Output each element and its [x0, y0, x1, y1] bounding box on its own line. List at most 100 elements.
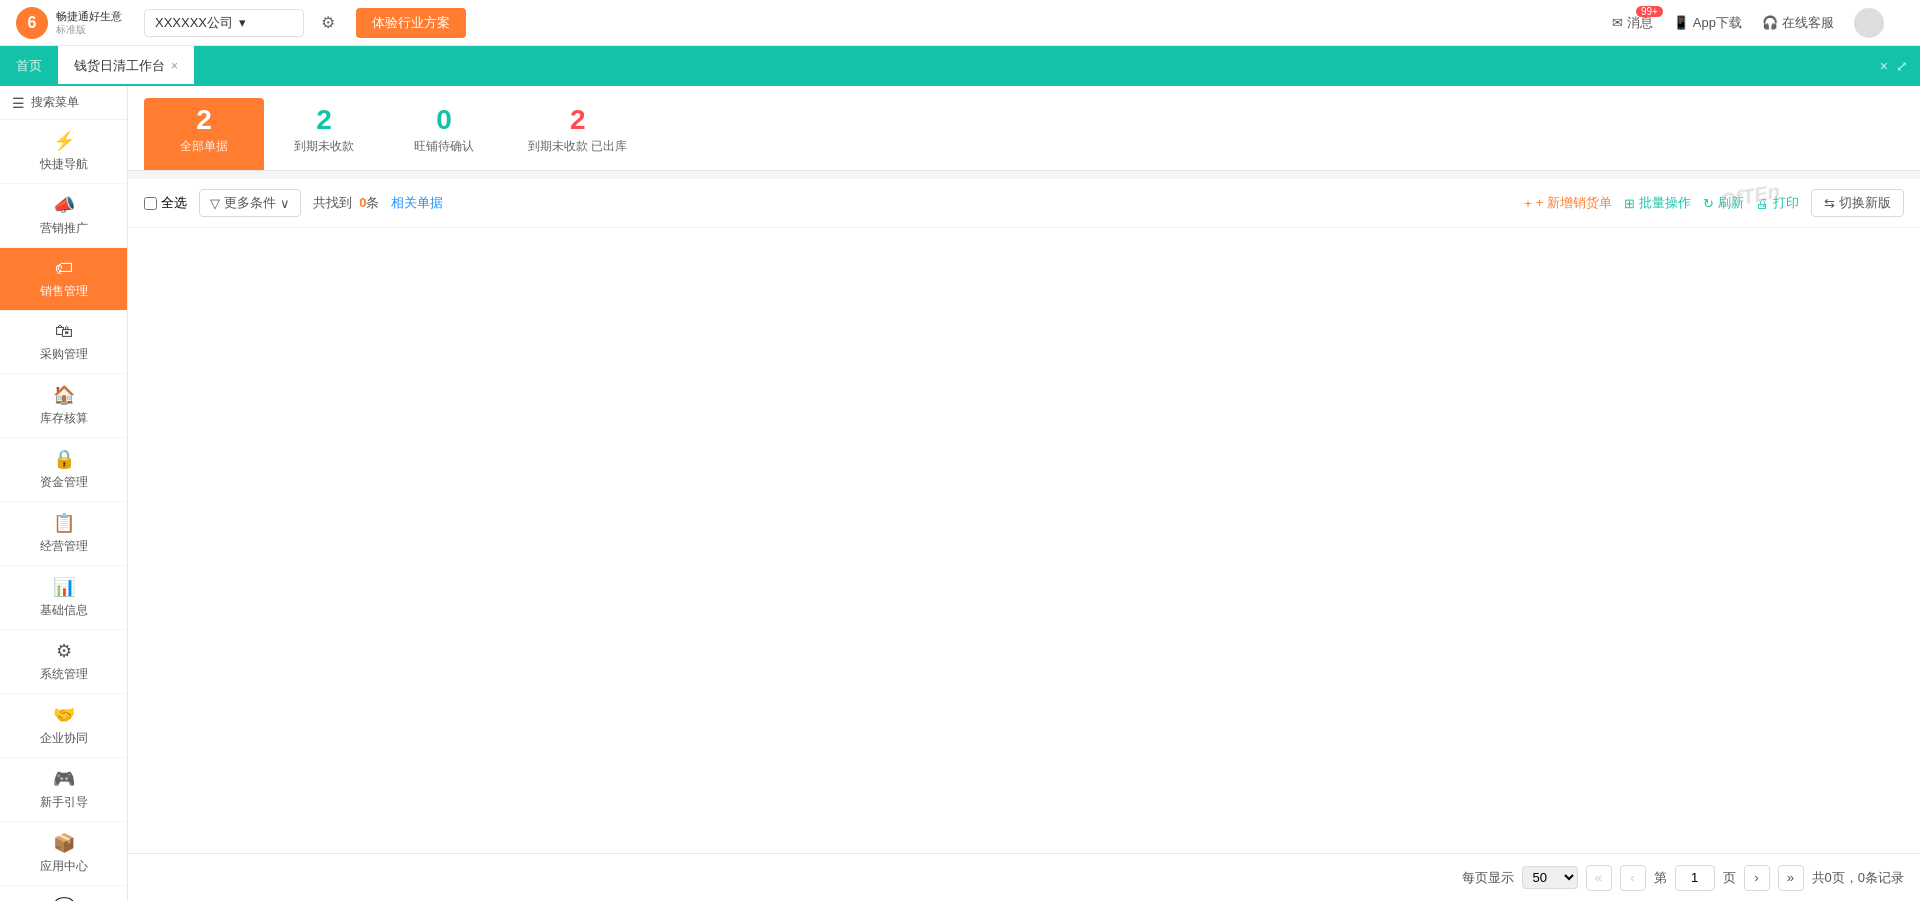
company-selector[interactable]: XXXXXX公司 ▾ — [144, 9, 304, 37]
stat-tab-shipped[interactable]: 2 到期未收款 已出库 — [504, 98, 651, 170]
add-icon: + — [1524, 196, 1532, 211]
main-layout: ☰ 搜索菜单 ⚡ 快捷导航 📣 营销推广 🏷 销售管理 🛍 采购管理 🏠 库存核… — [0, 86, 1920, 901]
operations-icon: 📋 — [53, 512, 75, 534]
sidebar-item-wechat[interactable]: 💬 企业微信 — [0, 886, 127, 901]
stat-tab-pending[interactable]: 0 旺铺待确认 — [384, 98, 504, 170]
settings-button[interactable]: ⚙ — [312, 7, 344, 39]
sidebar-item-quick-nav[interactable]: ⚡ 快捷导航 — [0, 120, 127, 184]
sidebar-item-operations[interactable]: 📋 经营管理 — [0, 502, 127, 566]
select-all-checkbox[interactable]: 全选 — [144, 194, 187, 212]
marketing-icon: 📣 — [53, 194, 75, 216]
add-sale-btn[interactable]: + + 新增销货单 — [1524, 194, 1612, 212]
quick-nav-icon: ⚡ — [53, 130, 75, 152]
page-first-btn[interactable]: « — [1586, 865, 1612, 891]
stat-overdue-number: 2 — [316, 106, 332, 134]
tab-workbench[interactable]: 钱货日清工作台 × — [58, 46, 194, 86]
company-name: XXXXXX公司 — [155, 14, 233, 32]
tab-home[interactable]: 首页 — [0, 46, 58, 86]
tab-close-icon[interactable]: × — [171, 59, 178, 73]
sales-icon: 🏷 — [55, 258, 73, 279]
sidebar-item-system[interactable]: ⚙ 系统管理 — [0, 630, 127, 694]
stats-tabs: 2 全部单据 2 到期未收款 0 旺铺待确认 2 到期未收款 已出库 — [128, 86, 1920, 171]
cooperation-icon: 🤝 — [53, 704, 75, 726]
sidebar-item-sales[interactable]: 🏷 销售管理 — [0, 248, 127, 311]
basic-info-icon: 📊 — [53, 576, 75, 598]
related-link[interactable]: 相关单据 — [391, 194, 443, 212]
finance-icon: 🔒 — [53, 448, 75, 470]
select-all-input[interactable] — [144, 197, 157, 210]
experience-btn[interactable]: 体验行业方案 — [356, 8, 466, 38]
header-right: ✉ 消息 99+ 📱 App下载 🎧 在线客服 — [1612, 8, 1904, 38]
sidebar-item-cooperation[interactable]: 🤝 企业协同 — [0, 694, 127, 758]
tab-close-all-icon[interactable]: × — [1880, 58, 1888, 74]
sidebar-item-inventory[interactable]: 🏠 库存核算 — [0, 374, 127, 438]
content-area: 2 全部单据 2 到期未收款 0 旺铺待确认 2 到期未收款 已出库 全选 — [128, 86, 1920, 901]
sidebar-item-app-center[interactable]: 📦 应用中心 — [0, 822, 127, 886]
stat-shipped-number: 2 — [570, 106, 586, 134]
filter-chevron-icon: ∨ — [280, 196, 290, 211]
message-badge: 99+ — [1636, 6, 1663, 17]
stat-tab-all[interactable]: 2 全部单据 — [144, 98, 264, 170]
download-icon: 📱 — [1673, 15, 1689, 30]
refresh-btn[interactable]: ↻ 刷新 — [1703, 194, 1744, 212]
batch-operation-btn[interactable]: ⊞ 批量操作 — [1624, 194, 1691, 212]
logo-text: 畅捷通好生意 标准版 — [56, 9, 122, 36]
switch-version-btn[interactable]: ⇆ 切换新版 — [1811, 189, 1904, 217]
stat-shipped-label: 到期未收款 已出库 — [528, 138, 627, 155]
print-icon: 🖨 — [1756, 196, 1769, 211]
sidebar-item-guide[interactable]: 🎮 新手引导 — [0, 758, 127, 822]
batch-icon: ⊞ — [1624, 196, 1635, 211]
toolbar-right: + + 新增销货单 ⊞ 批量操作 ↻ 刷新 🖨 打印 ⇆ 切换新版 — [1524, 189, 1904, 217]
top-header: 6 畅捷通好生意 标准版 XXXXXX公司 ▾ ⚙ 体验行业方案 ✉ 消息 99… — [0, 0, 1920, 46]
chevron-down-icon: ▾ — [239, 15, 246, 30]
sidebar-item-purchase[interactable]: 🛍 采购管理 — [0, 311, 127, 374]
pagination: 每页显示 50 100 200 « ‹ 第 页 › » 共0页，0条记录 — [128, 853, 1920, 901]
nav-tabs: 首页 钱货日清工作台 × × ⤢ — [0, 46, 1920, 86]
logo-area: 6 畅捷通好生意 标准版 — [16, 7, 144, 39]
page-prev-btn[interactable]: ‹ — [1620, 865, 1646, 891]
per-page-label: 每页显示 — [1462, 869, 1514, 887]
guide-icon: 🎮 — [53, 768, 75, 790]
user-avatar[interactable] — [1854, 8, 1884, 38]
app-download-btn[interactable]: 📱 App下载 — [1673, 14, 1742, 32]
stat-overdue-label: 到期未收款 — [294, 138, 354, 155]
page-label: 第 — [1654, 869, 1667, 887]
filter-icon: ▽ — [210, 196, 220, 211]
service-icon: 🎧 — [1762, 15, 1778, 30]
purchase-icon: 🛍 — [55, 321, 73, 342]
nav-tab-actions: × ⤢ — [1880, 58, 1920, 74]
sidebar-item-basic-info[interactable]: 📊 基础信息 — [0, 566, 127, 630]
refresh-icon: ↻ — [1703, 196, 1714, 211]
page-last-btn[interactable]: » — [1778, 865, 1804, 891]
search-menu-icon: ☰ — [12, 95, 25, 111]
print-btn[interactable]: 🖨 打印 — [1756, 194, 1799, 212]
wechat-icon: 💬 — [53, 896, 75, 901]
message-btn[interactable]: ✉ 消息 99+ — [1612, 14, 1653, 32]
found-text: 共找到 0条 — [313, 194, 379, 212]
sidebar-item-marketing[interactable]: 📣 营销推广 — [0, 184, 127, 248]
total-info: 共0页，0条记录 — [1812, 869, 1904, 887]
online-service-btn[interactable]: 🎧 在线客服 — [1762, 14, 1834, 32]
page-suffix: 页 — [1723, 869, 1736, 887]
sidebar: ☰ 搜索菜单 ⚡ 快捷导航 📣 营销推广 🏷 销售管理 🛍 采购管理 🏠 库存核… — [0, 86, 128, 901]
switch-icon: ⇆ — [1824, 196, 1835, 211]
tab-expand-icon[interactable]: ⤢ — [1896, 58, 1908, 74]
page-input[interactable] — [1675, 865, 1715, 891]
sidebar-search[interactable]: ☰ 搜索菜单 — [0, 86, 127, 120]
page-next-btn[interactable]: › — [1744, 865, 1770, 891]
app-logo-icon: 6 — [16, 7, 48, 39]
message-icon: ✉ — [1612, 15, 1623, 30]
per-page-select[interactable]: 50 100 200 — [1522, 866, 1578, 889]
stat-pending-number: 0 — [436, 106, 452, 134]
sidebar-item-finance[interactable]: 🔒 资金管理 — [0, 438, 127, 502]
stat-all-label: 全部单据 — [180, 138, 228, 155]
stat-pending-label: 旺铺待确认 — [414, 138, 474, 155]
stat-tab-overdue[interactable]: 2 到期未收款 — [264, 98, 384, 170]
stat-all-number: 2 — [196, 106, 212, 134]
app-center-icon: 📦 — [53, 832, 75, 854]
toolbar: 全选 ▽ 更多条件 ∨ 共找到 0条 相关单据 + + 新增销货单 ⊞ 批量操作 — [128, 179, 1920, 228]
table-area — [128, 228, 1920, 853]
more-filters-btn[interactable]: ▽ 更多条件 ∨ — [199, 189, 301, 217]
inventory-icon: 🏠 — [53, 384, 75, 406]
system-icon: ⚙ — [56, 640, 72, 662]
